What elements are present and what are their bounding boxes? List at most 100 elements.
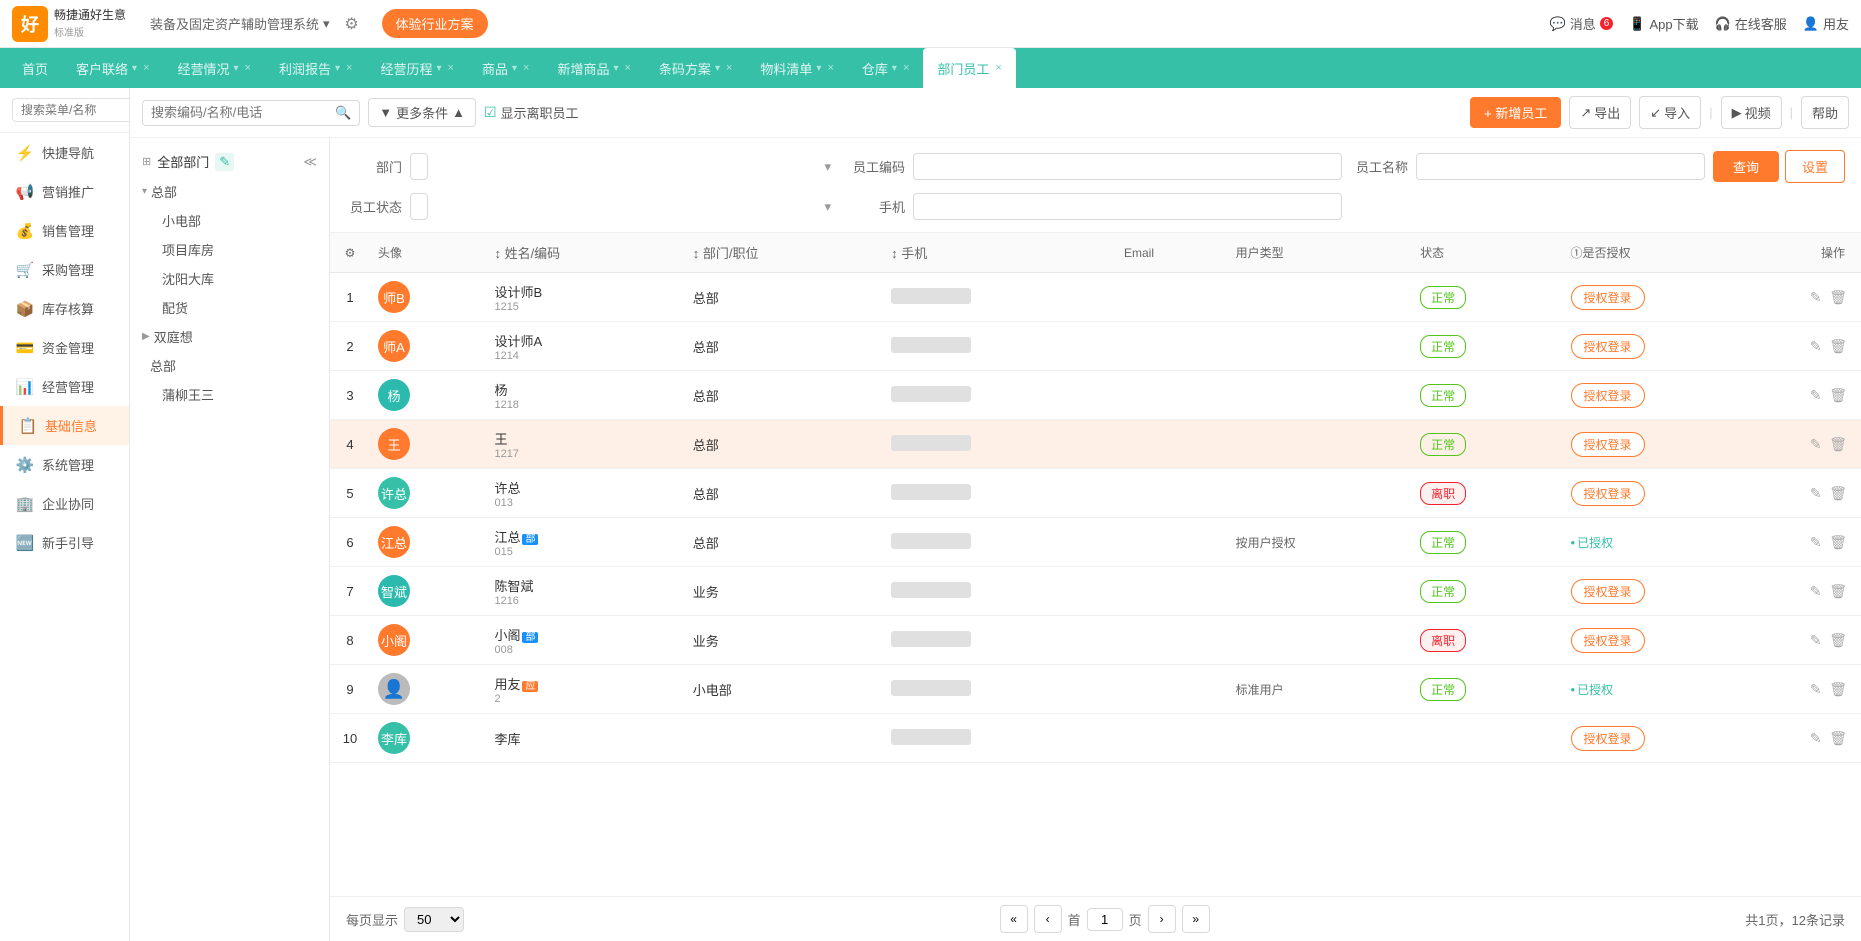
dept-tree-header[interactable]: ⊞ 全部部门 ✎ ≪ — [130, 146, 329, 177]
tab-close[interactable]: × — [726, 62, 732, 74]
show-inactive-checkbox[interactable]: ☑ 显示离职员工 — [484, 103, 579, 122]
service-button[interactable]: 🎧 在线客服 — [1715, 14, 1787, 33]
edit-button[interactable]: ✎ — [1808, 287, 1824, 308]
view-button[interactable]: ▶ 视频 — [1721, 96, 1782, 129]
delete-button[interactable]: 🗑 — [1827, 581, 1849, 602]
edit-button[interactable]: ✎ — [1808, 385, 1824, 406]
import-button[interactable]: ↙ 导入 — [1639, 96, 1701, 129]
message-button[interactable]: 💬 消息 6 — [1550, 14, 1614, 33]
tab-profit[interactable]: 利润报告▾× — [265, 48, 366, 88]
dept-collapse-icon[interactable]: ≪ — [303, 154, 317, 170]
sidebar-item-sales[interactable]: 💰 销售管理 — [0, 211, 129, 250]
dept-node-putiuwangsan[interactable]: 蒲柳王三 — [130, 380, 329, 409]
tab-bom[interactable]: 物料清单▾× — [746, 48, 847, 88]
tab-goods[interactable]: 商品▾× — [468, 48, 543, 88]
tab-close[interactable]: × — [523, 62, 529, 74]
col-phone[interactable]: ↕ 手机 — [883, 233, 1116, 273]
phone-input[interactable] — [913, 193, 1342, 220]
query-button[interactable]: 查询 — [1713, 151, 1779, 182]
auth-login-button[interactable]: 授权登录 — [1571, 285, 1645, 310]
col-name[interactable]: ↕ 姓名/编码 — [486, 233, 684, 273]
first-page-button[interactable]: « — [1000, 905, 1028, 933]
trial-button[interactable]: 体验行业方案 — [382, 9, 488, 38]
help-button[interactable]: 帮助 — [1801, 96, 1849, 129]
prev-page-button[interactable]: ‹ — [1034, 905, 1062, 933]
sidebar-item-stock[interactable]: 📦 库存核算 — [0, 289, 129, 328]
edit-button[interactable]: ✎ — [1808, 630, 1824, 651]
search-input[interactable] — [151, 105, 331, 120]
set-button[interactable]: 设置 — [1785, 150, 1845, 183]
col-dept[interactable]: ↕ 部门/职位 — [685, 233, 883, 273]
tab-dept-employee[interactable]: 部门员工× — [923, 48, 1015, 88]
dept-node-zongbu2[interactable]: 总部 — [130, 351, 329, 380]
sidebar-item-quick-nav[interactable]: ⚡ 快捷导航 — [0, 133, 129, 172]
page-input[interactable] — [1087, 908, 1123, 931]
edit-button[interactable]: ✎ — [1808, 532, 1824, 553]
dept-node-zongbu-parent[interactable]: ▾ 总部 — [130, 177, 329, 206]
tab-warehouse[interactable]: 仓库▾× — [848, 48, 923, 88]
status-select[interactable] — [410, 193, 428, 220]
auth-login-button[interactable]: 授权登录 — [1571, 432, 1645, 457]
tab-close[interactable]: × — [903, 62, 909, 74]
dept-node-shenyangdajun[interactable]: 沈阳大库 — [130, 264, 329, 293]
gear-button[interactable]: ⚙ — [338, 10, 366, 38]
more-filter-button[interactable]: ▼ 更多条件 ▲ — [368, 98, 476, 127]
delete-button[interactable]: 🗑 — [1827, 679, 1849, 700]
edit-button[interactable]: ✎ — [1808, 434, 1824, 455]
sidebar-item-finance[interactable]: 💳 资金管理 — [0, 328, 129, 367]
export-button[interactable]: ↗ 导出 — [1569, 96, 1631, 129]
auth-login-button[interactable]: 授权登录 — [1571, 726, 1645, 751]
delete-button[interactable]: 🗑 — [1827, 630, 1849, 651]
user-button[interactable]: 👤 用友 — [1803, 14, 1849, 33]
tab-add-goods[interactable]: 新增商品▾× — [543, 48, 644, 88]
delete-button[interactable]: 🗑 — [1827, 728, 1849, 749]
tab-barcode[interactable]: 条码方案▾× — [645, 48, 746, 88]
tab-customer[interactable]: 客户联络▾× — [62, 48, 163, 88]
edit-button[interactable]: ✎ — [1808, 483, 1824, 504]
tab-close[interactable]: × — [245, 62, 251, 74]
auth-login-button[interactable]: 授权登录 — [1571, 334, 1645, 359]
emp-name-input[interactable] — [1416, 153, 1705, 180]
delete-button[interactable]: 🗑 — [1827, 434, 1849, 455]
delete-button[interactable]: 🗑 — [1827, 483, 1849, 504]
last-page-button[interactable]: » — [1182, 905, 1210, 933]
per-page-select[interactable]: 50 100 200 — [404, 907, 464, 932]
sidebar-item-marketing[interactable]: 📢 营销推广 — [0, 172, 129, 211]
delete-button[interactable]: 🗑 — [1827, 287, 1849, 308]
tab-close[interactable]: × — [448, 62, 454, 74]
tab-history[interactable]: 经营历程▾× — [366, 48, 467, 88]
tab-close[interactable]: × — [624, 62, 630, 74]
tab-close[interactable]: × — [143, 62, 149, 74]
dept-node-shuangchengxiang[interactable]: ▶ 双庭想 — [130, 322, 329, 351]
sidebar-item-purchase[interactable]: 🛒 采购管理 — [0, 250, 129, 289]
tab-close[interactable]: × — [346, 62, 352, 74]
edit-button[interactable]: ✎ — [1808, 728, 1824, 749]
auth-login-button[interactable]: 授权登录 — [1571, 628, 1645, 653]
delete-button[interactable]: 🗑 — [1827, 385, 1849, 406]
tab-home[interactable]: 首页 — [8, 48, 62, 88]
edit-button[interactable]: ✎ — [1808, 336, 1824, 357]
emp-code-input[interactable] — [913, 153, 1342, 180]
dept-select[interactable] — [410, 153, 428, 180]
sidebar-item-system[interactable]: ⚙️ 系统管理 — [0, 445, 129, 484]
app-download-button[interactable]: 📱 App下载 — [1629, 14, 1698, 33]
add-employee-button[interactable]: + 新增员工 — [1470, 97, 1561, 128]
next-page-button[interactable]: › — [1148, 905, 1176, 933]
dept-node-peihuo[interactable]: 配货 — [130, 293, 329, 322]
sidebar-item-operation[interactable]: 📊 经营管理 — [0, 367, 129, 406]
dept-node-xiaodianbu[interactable]: 小电部 — [130, 206, 329, 235]
sidebar-item-basic[interactable]: 📋 基础信息 — [0, 406, 129, 445]
auth-login-button[interactable]: 授权登录 — [1571, 481, 1645, 506]
tab-close[interactable]: × — [827, 62, 833, 74]
delete-button[interactable]: 🗑 — [1827, 532, 1849, 553]
col-settings[interactable]: ⚙ — [330, 233, 370, 273]
tab-operation[interactable]: 经营情况▾× — [164, 48, 265, 88]
sidebar-item-guide[interactable]: 🆕 新手引导 — [0, 523, 129, 562]
tab-close[interactable]: × — [995, 62, 1001, 74]
delete-button[interactable]: 🗑 — [1827, 336, 1849, 357]
dept-edit-icon[interactable]: ✎ — [215, 153, 234, 171]
system-selector[interactable]: 装备及固定资产辅助管理系统 ▾ — [150, 14, 330, 33]
dept-node-xiangmujiufang[interactable]: 项目库房 — [130, 235, 329, 264]
auth-login-button[interactable]: 授权登录 — [1571, 383, 1645, 408]
auth-login-button[interactable]: 授权登录 — [1571, 579, 1645, 604]
